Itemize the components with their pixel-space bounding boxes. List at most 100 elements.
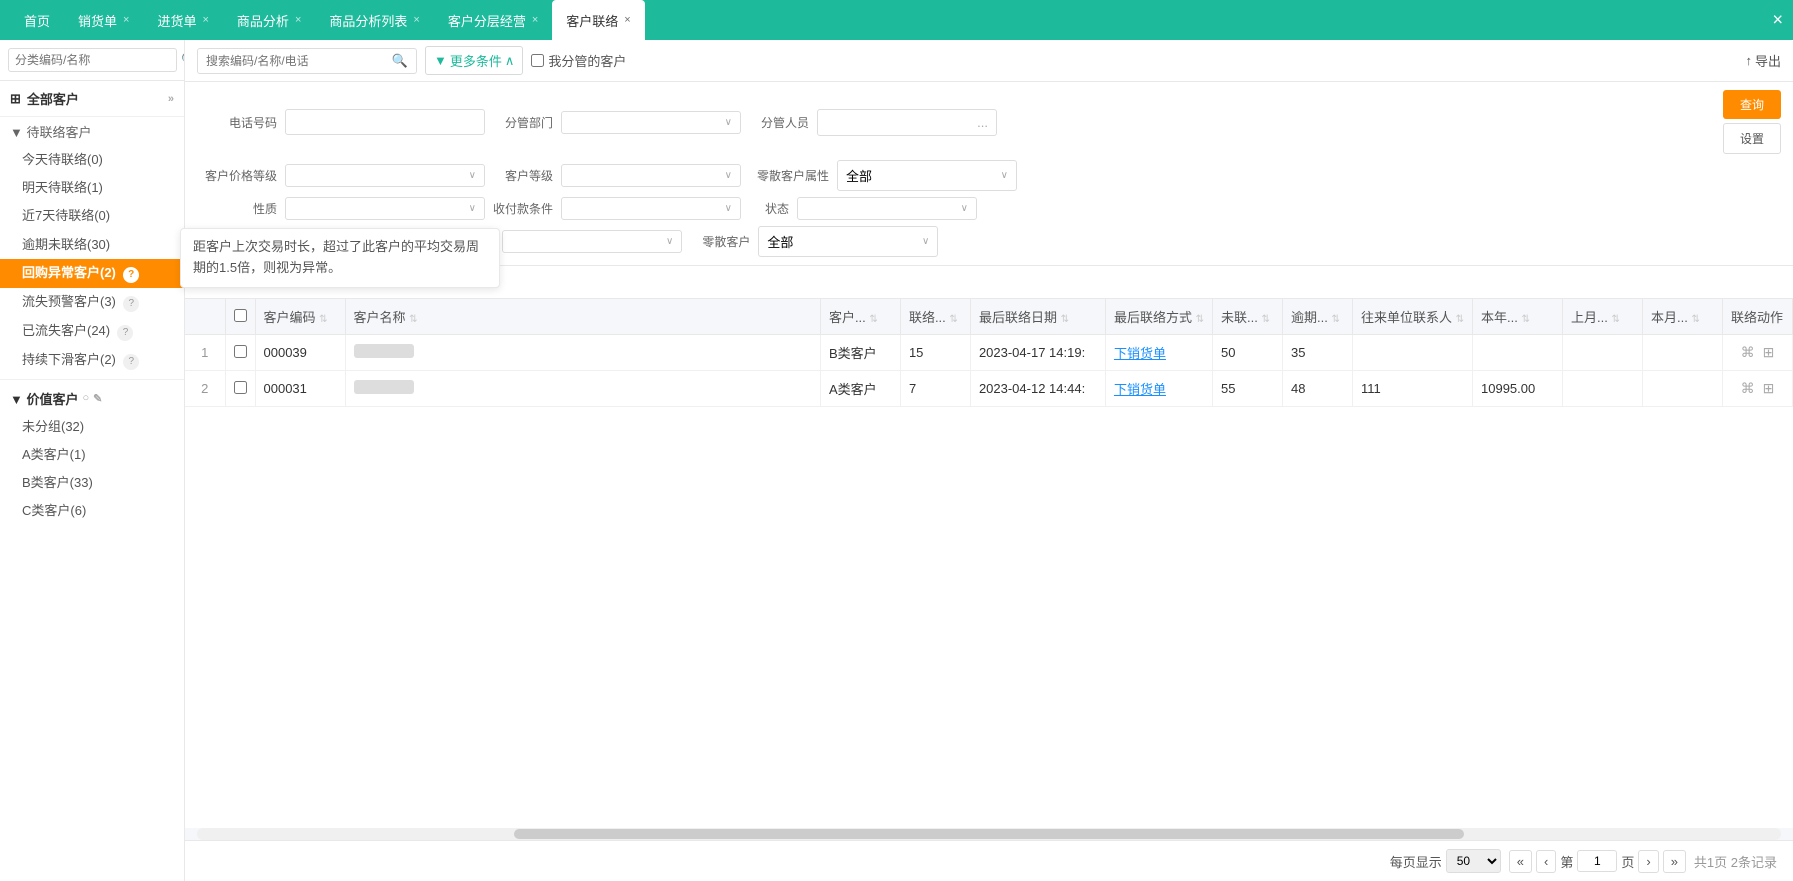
nature-select[interactable]: ∨ [285,197,485,220]
page-number-input[interactable] [1577,850,1617,872]
manager-select[interactable]: ... [817,109,997,136]
search-input[interactable] [206,54,392,68]
payment-select[interactable]: ∨ [561,197,741,220]
nav-customer-contact[interactable]: 客户联络 × [552,0,644,40]
row-1-thisyear [1473,335,1563,371]
col-header-unreached[interactable]: 未联... [1212,299,1282,335]
col-header-date[interactable]: 最后联络日期 [970,299,1105,335]
col-header-overdue[interactable]: 逾期... [1282,299,1352,335]
col-header-thisyear[interactable]: 本年... [1473,299,1563,335]
nav-sales-order[interactable]: 销货单 × [64,0,143,40]
price-grade-select[interactable]: ∨ [285,164,485,187]
row-2-select-checkbox[interactable] [234,381,247,394]
nature-arrow: ∨ [469,203,476,214]
close-all-tabs-button[interactable]: × [1772,10,1783,31]
sidebar-item-class-b[interactable]: B类客户(33) [0,469,184,497]
manager-select-dots[interactable]: ... [977,115,988,130]
value-customers-title[interactable]: ▼ 价值客户 ○ ✎ [0,384,184,413]
churned-badge: ? [117,325,133,341]
sidebar-item-ungrouped[interactable]: 未分组(32) [0,413,184,441]
row-2-grid-icon[interactable]: ⊞ [1763,380,1775,397]
col-header-action: 联络动作 [1723,299,1793,335]
settings-button[interactable]: 设置 [1723,123,1781,154]
filter-bar: 🔍 ▼ 更多条件 ∧ 我分管的客户 ↑ 导出 [185,40,1793,82]
col-header-contacts[interactable]: 往来单位联系人 [1352,299,1472,335]
phone-input[interactable] [285,109,485,135]
close-customer-tier-icon[interactable]: × [532,14,538,26]
sidebar-item-overdue[interactable]: 逾期未联络(30) [0,231,184,259]
retail-attr-arrow: ∨ [1001,170,1008,181]
price-grade-label: 客户价格等级 [197,167,277,184]
sidebar-item-churned[interactable]: 已流失客户(24) ? [0,317,184,346]
sidebar-item-churn-warning[interactable]: 流失预警客户(3) ? [0,288,184,317]
row-2-method-link[interactable]: 下销货单 [1114,382,1166,397]
category-search-input[interactable] [8,48,177,72]
close-purchase-order-icon[interactable]: × [202,14,208,26]
col-header-thismonth[interactable]: 本月... [1643,299,1723,335]
search-box: 🔍 [197,48,417,74]
status-select[interactable]: ∨ [797,197,977,220]
prev-page-button[interactable]: ‹ [1536,850,1556,873]
query-button[interactable]: 查询 [1723,90,1781,119]
more-conditions-button[interactable]: ▼ 更多条件 ∧ [425,46,523,75]
horizontal-scrollbar[interactable] [197,828,1781,840]
sidebar-collapse-icon[interactable]: » [168,93,174,105]
customer-type-select[interactable]: ∨ [502,230,682,253]
pagination: 每页显示 50 10 20 100 « ‹ 第 页 › » 共1页 2条记录 [185,840,1793,881]
select-all-checkbox[interactable] [234,309,247,322]
next-page-button[interactable]: › [1638,850,1658,873]
sidebar-item-repeat-abnormal[interactable]: 回购异常客户(2) ? [0,259,184,288]
col-header-code[interactable]: 客户编码 [255,299,345,335]
row-2-action: ⌘ ⊞ [1723,371,1793,407]
row-1-link-icon[interactable]: ⌘ [1741,344,1755,361]
sidebar-search-container: 🔍 [0,40,184,81]
close-product-analysis-icon[interactable]: × [295,14,301,26]
scrollbar-thumb[interactable] [514,829,1464,839]
nav-purchase-order[interactable]: 进货单 × [143,0,222,40]
value-group-edit-icon[interactable]: ○ [82,392,89,404]
nav-product-analysis-list[interactable]: 商品分析列表 × [315,0,433,40]
dept-select[interactable]: ∨ [561,111,741,134]
sidebar-item-class-c[interactable]: C类客户(6) [0,497,184,525]
search-icon[interactable]: 🔍 [392,53,408,69]
nav-product-analysis[interactable]: 商品分析 × [223,0,315,40]
sidebar-item-7days[interactable]: 近7天待联络(0) [0,202,184,230]
pending-contact-section-title[interactable]: ▼ 待联络客户 [0,117,184,146]
top-navigation: 首页 销货单 × 进货单 × 商品分析 × 商品分析列表 × 客户分层经营 × … [0,0,1793,40]
close-product-analysis-list-icon[interactable]: × [413,14,419,26]
retail-attr-select[interactable]: 全部 ∨ [837,160,1017,191]
close-customer-contact-icon[interactable]: × [624,14,630,26]
row-2-action-icons: ⌘ ⊞ [1731,380,1784,397]
col-header-name[interactable]: 客户名称 [345,299,820,335]
sidebar-item-today[interactable]: 今天待联络(0) [0,146,184,174]
retail-customer-select[interactable]: 全部 ∨ [758,226,938,257]
close-sales-order-icon[interactable]: × [123,14,129,26]
value-group-add-icon[interactable]: ✎ [93,392,102,405]
first-page-button[interactable]: « [1509,850,1532,873]
my-customers-checkbox[interactable] [531,54,544,67]
row-2-link-icon[interactable]: ⌘ [1741,380,1755,397]
page-size-select[interactable]: 50 10 20 100 [1446,849,1501,873]
nav-home[interactable]: 首页 [10,0,64,40]
row-1-select-checkbox[interactable] [234,345,247,358]
page-navigation: « ‹ 第 页 › » [1509,850,1686,873]
col-header-type[interactable]: 客户... [820,299,900,335]
export-button[interactable]: ↑ 导出 [1745,51,1781,70]
sidebar-item-declining[interactable]: 持续下滑客户(2) ? [0,346,184,375]
row-1-method-link[interactable]: 下销货单 [1114,346,1166,361]
col-header-method[interactable]: 最后联络方式 [1105,299,1212,335]
row-1-grid-icon[interactable]: ⊞ [1763,344,1775,361]
last-page-button[interactable]: » [1663,850,1686,873]
col-header-contact[interactable]: 联络... [900,299,970,335]
customer-table: 客户编码 客户名称 客户... 联络... 最后联络日期 [185,299,1793,407]
sidebar-item-tomorrow[interactable]: 明天待联络(1) [0,174,184,202]
col-header-checkbox [225,299,255,335]
col-header-lastmonth[interactable]: 上月... [1563,299,1643,335]
row-2-method: 下销货单 [1105,371,1212,407]
row-1-name-blurred [354,344,414,358]
page-size-container: 每页显示 50 10 20 100 [1390,849,1501,873]
customer-grade-select[interactable]: ∨ [561,164,741,187]
sidebar-item-class-a[interactable]: A类客户(1) [0,441,184,469]
nav-customer-tier[interactable]: 客户分层经营 × [434,0,552,40]
content-area: 🔍 ▼ 更多条件 ∧ 我分管的客户 ↑ 导出 电话号码 分管部门 [185,40,1793,881]
